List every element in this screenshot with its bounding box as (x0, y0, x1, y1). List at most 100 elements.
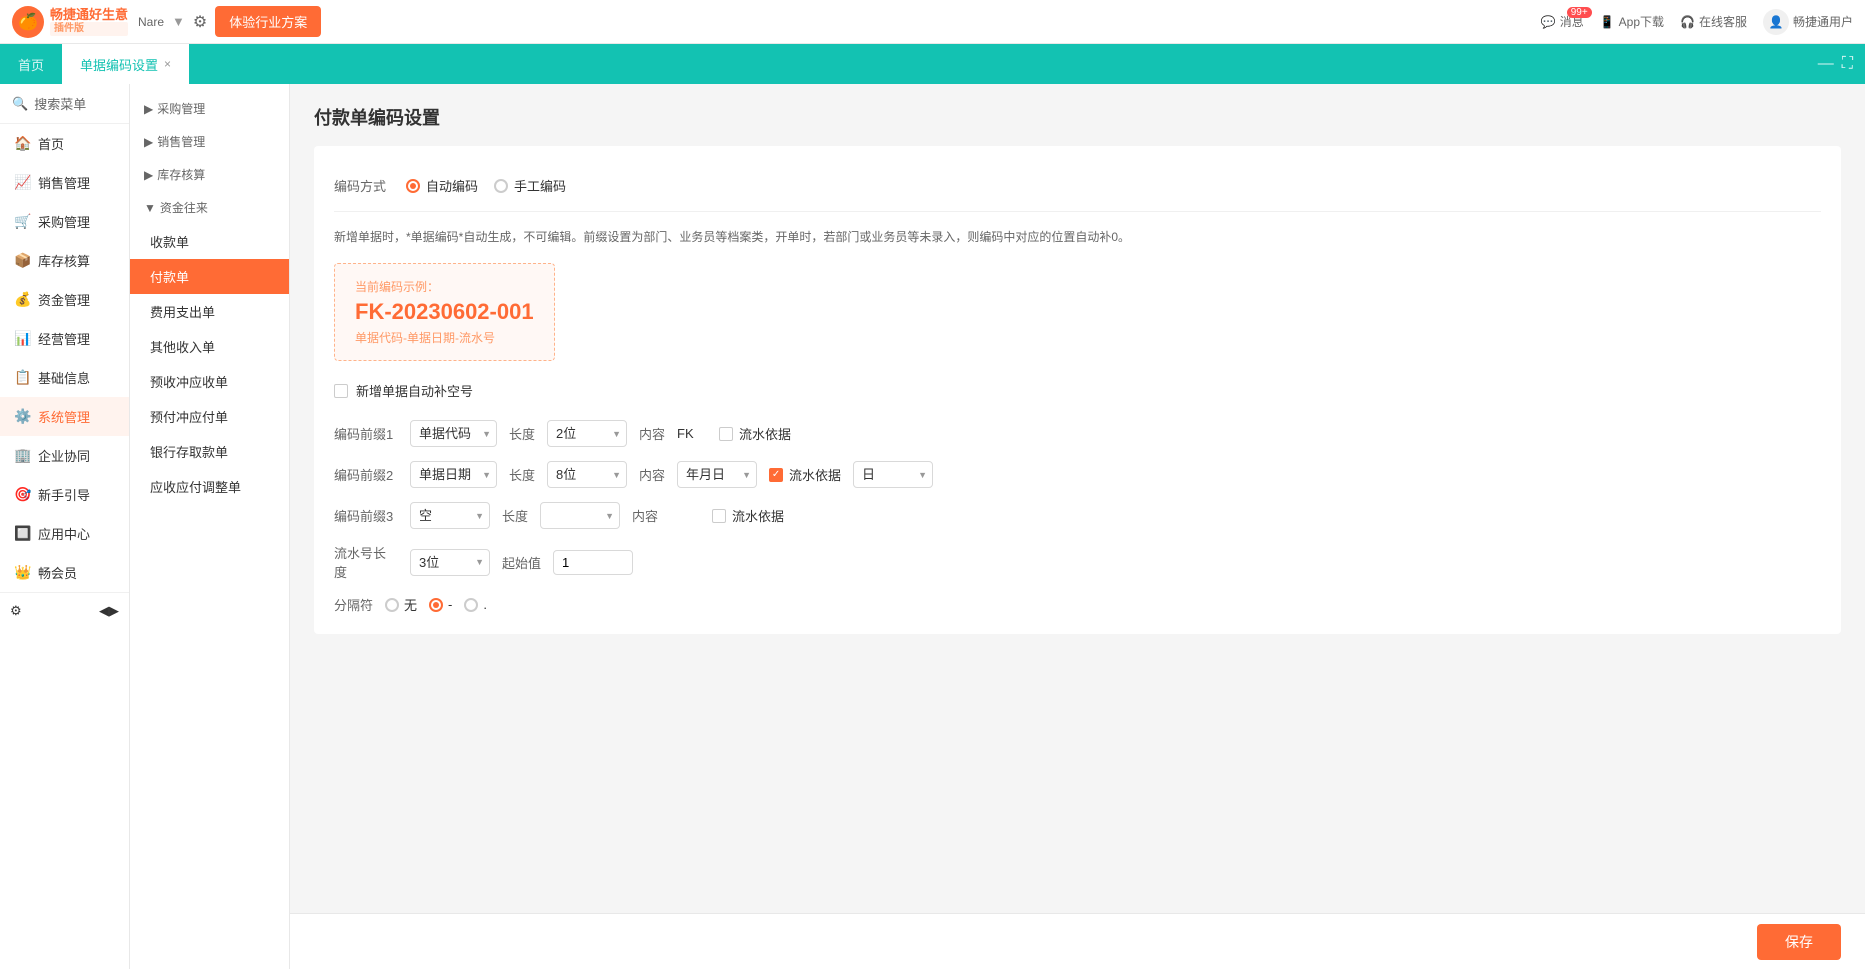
sub-nav-item-other-income[interactable]: 其他收入单 (130, 329, 289, 364)
prefix1-select-wrap: 单据代码 (410, 420, 497, 447)
separator-label: 分隔符 (334, 595, 373, 614)
sep-dot-radio[interactable] (464, 598, 478, 612)
trial-btn[interactable]: 体验行业方案 (215, 6, 321, 37)
manual-encoding-radio[interactable] (494, 179, 508, 193)
manual-encoding-option[interactable]: 手工编码 (494, 176, 566, 195)
sep-none-radio[interactable] (385, 598, 399, 612)
company-name: Nare (138, 15, 164, 29)
length1-select[interactable]: 2位 (547, 420, 627, 447)
length1-label: 长度 (509, 424, 535, 443)
save-button[interactable]: 保存 (1757, 924, 1841, 960)
search-menu-btn[interactable]: 🔍 搜索菜单 (0, 84, 129, 124)
app-sub: 插件版 (50, 22, 128, 36)
sidebar-item-apps[interactable]: 🔲 应用中心 (0, 514, 129, 553)
tab-encoding-label: 单据编码设置 (80, 55, 158, 74)
stream3-checkbox[interactable] (712, 509, 726, 523)
sidebar-item-member[interactable]: 👑 畅会员 (0, 553, 129, 592)
sidebar-collapse-icon[interactable]: ◀▶ (99, 603, 119, 619)
length3-select-wrap (540, 502, 620, 529)
sidebar-label-inventory: 库存核算 (38, 251, 90, 270)
encoding-radio-group: 自动编码 手工编码 (406, 176, 566, 195)
start-value-input[interactable] (553, 550, 633, 575)
sub-nav-item-adjust[interactable]: 应收应付调整单 (130, 469, 289, 504)
length2-select-wrap: 8位 (547, 461, 627, 488)
nav-tabs: 首页 单据编码设置 × — ⛶ (0, 44, 1865, 84)
sub-nav-title-inventory[interactable]: ▶ 库存核算 (130, 158, 289, 191)
sidebar-item-home[interactable]: 🏠 首页 (0, 124, 129, 163)
prefix2-select[interactable]: 单据日期 (410, 461, 497, 488)
top-bar-middle: Nare ▼ ⚙ 体验行业方案 (138, 6, 1531, 37)
content3-label: 内容 (632, 506, 658, 525)
minimize-icon[interactable]: — (1818, 55, 1834, 73)
prefix1-select[interactable]: 单据代码 (410, 420, 497, 447)
tab-home-label: 首页 (18, 55, 44, 74)
sub-nav: ▶ 采购管理 ▶ 销售管理 ▶ 库存核算 ▼ 资金往来 收款单 付款单 费用支出… (130, 84, 290, 969)
user-avatar[interactable]: 👤 畅捷通用户 (1763, 9, 1853, 35)
stream2-period-select[interactable]: 日 (853, 461, 933, 488)
sub-nav-title-sales[interactable]: ▶ 销售管理 (130, 125, 289, 158)
chevron-down-icon-finance: ▼ (144, 201, 156, 215)
sidebar-settings-icon[interactable]: ⚙ (10, 603, 22, 619)
sidebar-item-base[interactable]: 📋 基础信息 (0, 358, 129, 397)
sub-nav-finance-label: 资金往来 (160, 199, 208, 216)
stream3-label: 流水依据 (732, 506, 784, 525)
sub-nav-purchase-label: 采购管理 (157, 100, 205, 117)
online-service-btn[interactable]: 🎧 在线客服 (1680, 13, 1747, 30)
sidebar-item-finance[interactable]: 💰 资金管理 (0, 280, 129, 319)
sub-nav-title-finance[interactable]: ▼ 资金往来 (130, 191, 289, 224)
sub-nav-item-bank[interactable]: 银行存取款单 (130, 434, 289, 469)
sidebar-item-guide[interactable]: 🎯 新手引导 (0, 475, 129, 514)
maximize-icon[interactable]: ⛶ (1842, 55, 1853, 73)
sep-dash-radio[interactable] (429, 598, 443, 612)
stream1-check: 流水依据 (719, 424, 791, 443)
sub-nav-item-prepay-pay[interactable]: 预付冲应付单 (130, 399, 289, 434)
stream2-checkbox[interactable]: ✓ (769, 468, 783, 482)
sidebar-label-finance: 资金管理 (38, 290, 90, 309)
message-icon: 💬 (1541, 15, 1556, 29)
auto-encoding-radio[interactable] (406, 179, 420, 193)
auto-fill-label: 新增单据自动补空号 (356, 381, 473, 400)
separator-row: 分隔符 无 - . (334, 595, 1821, 614)
service-icon: 🎧 (1680, 15, 1695, 29)
length2-select[interactable]: 8位 (547, 461, 627, 488)
sidebar-item-purchase[interactable]: 🛒 采购管理 (0, 202, 129, 241)
sidebar-item-system[interactable]: ⚙️ 系统管理 (0, 397, 129, 436)
sidebar-item-operation[interactable]: 📊 经营管理 (0, 319, 129, 358)
preview-desc: 单据代码-单据日期-流水号 (355, 329, 534, 346)
auto-encoding-option[interactable]: 自动编码 (406, 176, 478, 195)
encoding-method-label: 编码方式 (334, 176, 386, 195)
length3-select[interactable] (540, 502, 620, 529)
preview-label: 当前编码示例： (355, 278, 534, 295)
sub-nav-title-purchase[interactable]: ▶ 采购管理 (130, 92, 289, 125)
sep-dash-label: - (448, 597, 452, 612)
sub-nav-item-receipt[interactable]: 收款单 (130, 224, 289, 259)
sep-none-option[interactable]: 无 (385, 595, 417, 614)
auto-fill-checkbox[interactable] (334, 384, 348, 398)
tab-encoding[interactable]: 单据编码设置 × (62, 44, 189, 84)
app-download-btn[interactable]: 📱 App下载 (1600, 13, 1664, 30)
sep-dash-option[interactable]: - (429, 597, 452, 612)
message-badge: 99+ (1567, 7, 1592, 18)
serial-length-select[interactable]: 3位 (410, 549, 490, 576)
tab-home[interactable]: 首页 (0, 44, 62, 84)
sep-none-label: 无 (404, 595, 417, 614)
tab-close-icon[interactable]: × (164, 57, 171, 71)
app-name: 畅捷通好生意 (50, 7, 128, 23)
prefix3-select[interactable]: 空 (410, 502, 490, 529)
stream1-checkbox[interactable] (719, 427, 733, 441)
settings-icon[interactable]: ⚙ (193, 12, 207, 32)
serial-row: 流水号长度 3位 起始值 (334, 543, 1821, 581)
sub-nav-item-prepay-recv[interactable]: 预收冲应收单 (130, 364, 289, 399)
message-btn[interactable]: 💬 消息 99+ (1541, 13, 1584, 30)
content2-select[interactable]: 年月日 (677, 461, 757, 488)
prefix2-select-wrap: 单据日期 (410, 461, 497, 488)
sidebar-item-enterprise[interactable]: 🏢 企业协同 (0, 436, 129, 475)
sidebar-label-operation: 经营管理 (38, 329, 90, 348)
preview-code: FK-20230602-001 (355, 299, 534, 325)
dropdown-arrow-icon[interactable]: ▼ (172, 14, 185, 29)
sub-nav-item-payment[interactable]: 付款单 (130, 259, 289, 294)
sidebar-item-sales[interactable]: 📈 销售管理 (0, 163, 129, 202)
sub-nav-item-expense[interactable]: 费用支出单 (130, 294, 289, 329)
sep-dot-option[interactable]: . (464, 597, 487, 612)
sidebar-item-inventory[interactable]: 📦 库存核算 (0, 241, 129, 280)
